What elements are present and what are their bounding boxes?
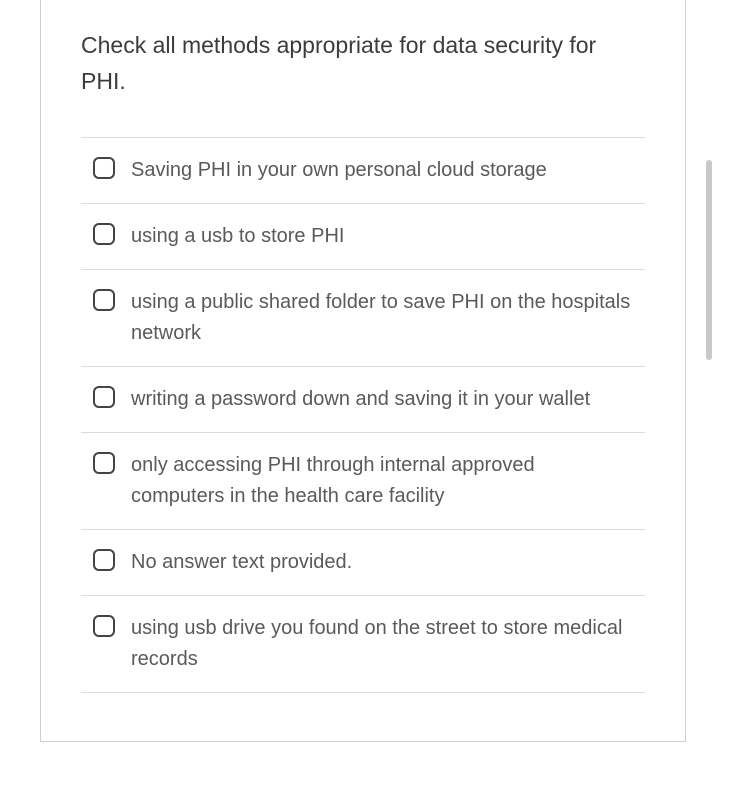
option-label: using a public shared folder to save PHI… <box>131 287 633 349</box>
option-row[interactable]: No answer text provided. <box>81 529 645 595</box>
option-row[interactable]: using a usb to store PHI <box>81 203 645 269</box>
option-row[interactable]: using a public shared folder to save PHI… <box>81 269 645 366</box>
checkbox[interactable] <box>93 615 115 637</box>
checkbox[interactable] <box>93 386 115 408</box>
question-title: Check all methods appropriate for data s… <box>81 28 645 99</box>
checkbox[interactable] <box>93 289 115 311</box>
checkbox[interactable] <box>93 223 115 245</box>
scrollbar-track[interactable] <box>706 160 712 742</box>
option-row[interactable]: writing a password down and saving it in… <box>81 366 645 432</box>
option-label: using usb drive you found on the street … <box>131 613 633 675</box>
checkbox[interactable] <box>93 452 115 474</box>
checkbox[interactable] <box>93 157 115 179</box>
option-row[interactable]: Saving PHI in your own personal cloud st… <box>81 137 645 203</box>
option-label: Saving PHI in your own personal cloud st… <box>131 155 547 186</box>
option-row[interactable]: only accessing PHI through internal appr… <box>81 432 645 529</box>
checkbox[interactable] <box>93 549 115 571</box>
options-list: Saving PHI in your own personal cloud st… <box>81 137 645 693</box>
option-label: only accessing PHI through internal appr… <box>131 450 633 512</box>
scrollbar-thumb[interactable] <box>706 160 712 360</box>
option-label: writing a password down and saving it in… <box>131 384 590 415</box>
option-label: No answer text provided. <box>131 547 352 578</box>
question-card: Check all methods appropriate for data s… <box>40 0 686 742</box>
option-row[interactable]: using usb drive you found on the street … <box>81 595 645 693</box>
option-label: using a usb to store PHI <box>131 221 344 252</box>
